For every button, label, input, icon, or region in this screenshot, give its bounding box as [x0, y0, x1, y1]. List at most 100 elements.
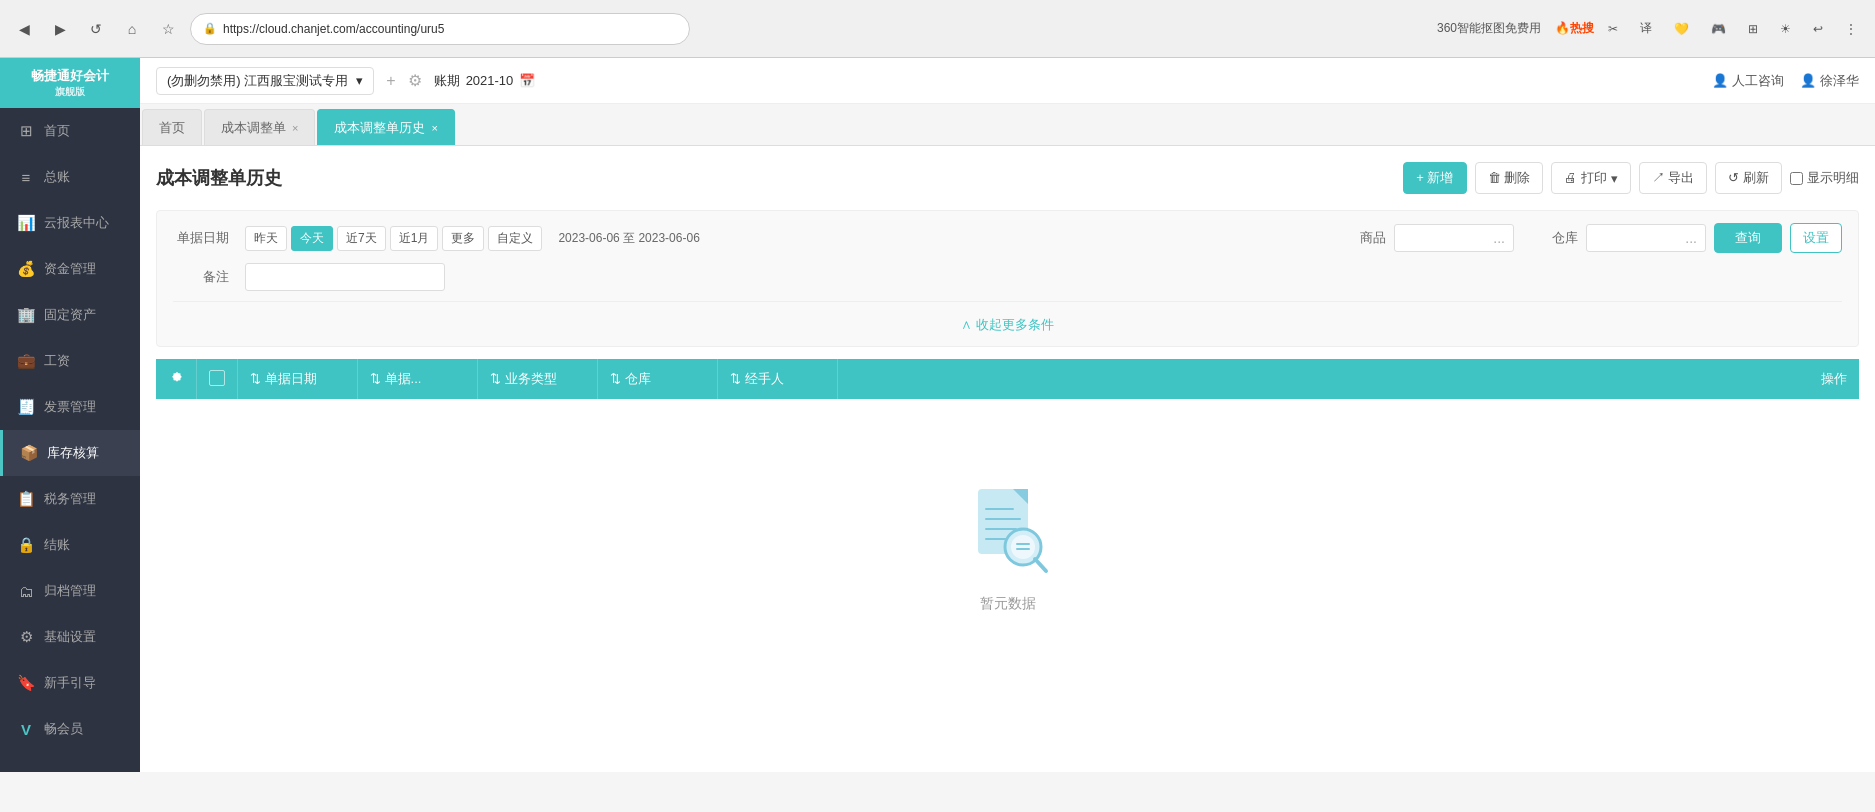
grid-tool[interactable]: ⊞	[1740, 18, 1766, 40]
col-header-settings[interactable]	[156, 359, 197, 399]
hot-search[interactable]: 🔥热搜	[1555, 20, 1594, 37]
history-tool[interactable]: ↩	[1805, 18, 1831, 40]
date-range-display: 2023-06-06 至 2023-06-06	[558, 230, 699, 247]
tab-cost-adjust-history-close[interactable]: ×	[431, 122, 437, 134]
new-btn[interactable]: + 新增	[1403, 162, 1466, 194]
browser-right-tools: 360智能抠图免费用 🔥热搜 ✂ 译 💛 🎮 ⊞ ☀ ↩ ⋮	[1429, 16, 1865, 41]
logo-title: 畅捷通好会计	[31, 67, 109, 85]
gear-icon	[168, 370, 184, 386]
wallet-tool[interactable]: 💛	[1666, 18, 1697, 40]
tab-cost-adjust[interactable]: 成本调整单 ×	[204, 109, 315, 145]
col-number-label: ⇅ 单据...	[370, 371, 421, 386]
sidebar-label-member: 畅会员	[44, 720, 83, 738]
game-tool[interactable]: 🎮	[1703, 18, 1734, 40]
tab-cost-adjust-label: 成本调整单	[221, 119, 286, 137]
settings-btn[interactable]: 设置	[1790, 223, 1842, 253]
refresh-button[interactable]: ↺	[82, 15, 110, 43]
export-btn[interactable]: ↗ 导出	[1639, 162, 1708, 194]
refresh-btn[interactable]: ↺ 刷新	[1715, 162, 1782, 194]
sidebar-item-member[interactable]: V 畅会员	[0, 706, 140, 752]
date-btn-more[interactable]: 更多	[442, 226, 484, 251]
col-header-handler[interactable]: ⇅ 经手人	[718, 359, 838, 399]
search-tool[interactable]: 360智能抠图免费用	[1429, 16, 1549, 41]
settings-gear-icon[interactable]: ⚙	[408, 71, 422, 90]
filter-section: 单据日期 昨天 今天 近7天 近1月 更多 自定义 2023-06-06 至 2…	[156, 210, 1859, 347]
col-header-type[interactable]: ⇅ 业务类型	[478, 359, 598, 399]
sidebar-label-closing: 结账	[44, 536, 70, 554]
page-header: 成本调整单历史 + 新增 🗑 删除 🖨 打印 ▾ ↗ 导出 ↺ 刷新 显示明细	[156, 162, 1859, 194]
sidebar-item-inventory[interactable]: 📦 库存核算	[0, 430, 140, 476]
home-button[interactable]: ⌂	[118, 15, 146, 43]
show-detail-checkbox[interactable]	[1790, 172, 1803, 185]
col-header-date[interactable]: ⇅ 单据日期	[238, 359, 358, 399]
address-bar[interactable]: 🔒 https://cloud.chanjet.com/accounting/u…	[190, 13, 690, 45]
tab-home[interactable]: 首页	[142, 109, 202, 145]
sidebar-item-report-center[interactable]: 📊 云报表中心	[0, 200, 140, 246]
show-detail-option[interactable]: 显示明细	[1790, 169, 1859, 187]
filter-row-remark: 备注	[173, 263, 1842, 291]
closing-icon: 🔒	[16, 536, 36, 554]
sidebar-label-tax: 税务管理	[44, 490, 96, 508]
display-tool[interactable]: ☀	[1772, 18, 1799, 40]
sidebar-item-closing[interactable]: 🔒 结账	[0, 522, 140, 568]
top-bar: (勿删勿禁用) 江西服宝测试专用 ▾ + ⚙ 账期 2021-10 📅 👤 人工…	[140, 58, 1875, 104]
sidebar-item-guide[interactable]: 🔖 新手引导	[0, 660, 140, 706]
ledger-icon: ≡	[16, 169, 36, 186]
sidebar-item-tax[interactable]: 📋 税务管理	[0, 476, 140, 522]
print-btn[interactable]: 🖨 打印 ▾	[1551, 162, 1631, 194]
sidebar-item-settings[interactable]: ⚙ 基础设置	[0, 614, 140, 660]
sidebar-item-fixed-assets[interactable]: 🏢 固定资产	[0, 292, 140, 338]
query-btn[interactable]: 查询	[1714, 223, 1782, 253]
tab-cost-adjust-history[interactable]: 成本调整单历史 ×	[317, 109, 454, 145]
col-header-number[interactable]: ⇅ 单据...	[358, 359, 478, 399]
empty-state: 暂元数据	[156, 399, 1859, 693]
star-button[interactable]: ☆	[154, 15, 182, 43]
guide-icon: 🔖	[16, 674, 36, 692]
calendar-icon[interactable]: 📅	[519, 73, 535, 88]
sidebar-label-home: 首页	[44, 122, 70, 140]
col-actions-label: 操作	[1821, 371, 1847, 386]
select-all-checkbox[interactable]	[209, 370, 225, 386]
remark-input[interactable]	[245, 263, 445, 291]
date-label: 单据日期	[173, 229, 229, 247]
warehouse-more-icon: ...	[1685, 230, 1697, 246]
date-btn-custom[interactable]: 自定义	[488, 226, 542, 251]
date-btn-7days[interactable]: 近7天	[337, 226, 386, 251]
date-btn-1month[interactable]: 近1月	[390, 226, 439, 251]
print-label: 🖨 打印	[1564, 169, 1607, 187]
sidebar-item-payroll[interactable]: 💼 工资	[0, 338, 140, 384]
scissors-tool[interactable]: ✂	[1600, 18, 1626, 40]
back-button[interactable]: ◀	[10, 15, 38, 43]
service-label: 人工咨询	[1732, 72, 1784, 90]
translate-tool[interactable]: 译	[1632, 16, 1660, 41]
delete-btn[interactable]: 🗑 删除	[1475, 162, 1544, 194]
tax-icon: 📋	[16, 490, 36, 508]
sidebar-item-home[interactable]: ⊞ 首页	[0, 108, 140, 154]
col-header-checkbox[interactable]	[197, 359, 238, 399]
forward-button[interactable]: ▶	[46, 15, 74, 43]
archive-icon: 🗂	[16, 583, 36, 600]
user-profile-btn[interactable]: 👤 徐泽华	[1800, 72, 1859, 90]
sidebar-item-general-ledger[interactable]: ≡ 总账	[0, 154, 140, 200]
col-header-warehouse[interactable]: ⇅ 仓库	[598, 359, 718, 399]
sidebar-item-fund-management[interactable]: 💰 资金管理	[0, 246, 140, 292]
sidebar-label-fund: 资金管理	[44, 260, 96, 278]
more-tool[interactable]: ⋮	[1837, 18, 1865, 40]
warehouse-selector[interactable]: ...	[1586, 224, 1706, 252]
sidebar-item-archive[interactable]: 🗂 归档管理	[0, 568, 140, 614]
sidebar-label-inventory: 库存核算	[47, 444, 99, 462]
remark-label: 备注	[173, 268, 229, 286]
col-type-label: ⇅ 业务类型	[490, 371, 557, 386]
collapse-filter-btn[interactable]: ∧ 收起更多条件	[173, 316, 1842, 334]
sidebar-item-invoice[interactable]: 🧾 发票管理	[0, 384, 140, 430]
sidebar-label-guide: 新手引导	[44, 674, 96, 692]
tab-cost-adjust-close[interactable]: ×	[292, 122, 298, 134]
date-btn-today[interactable]: 今天	[291, 226, 333, 251]
account-selector[interactable]: (勿删勿禁用) 江西服宝测试专用 ▾	[156, 67, 374, 95]
customer-service-btn[interactable]: 👤 人工咨询	[1712, 72, 1784, 90]
date-btn-yesterday[interactable]: 昨天	[245, 226, 287, 251]
goods-selector[interactable]: ...	[1394, 224, 1514, 252]
col-header-actions: 操作	[838, 359, 1860, 399]
add-company-btn[interactable]: +	[386, 72, 395, 90]
tab-home-label: 首页	[159, 119, 185, 137]
